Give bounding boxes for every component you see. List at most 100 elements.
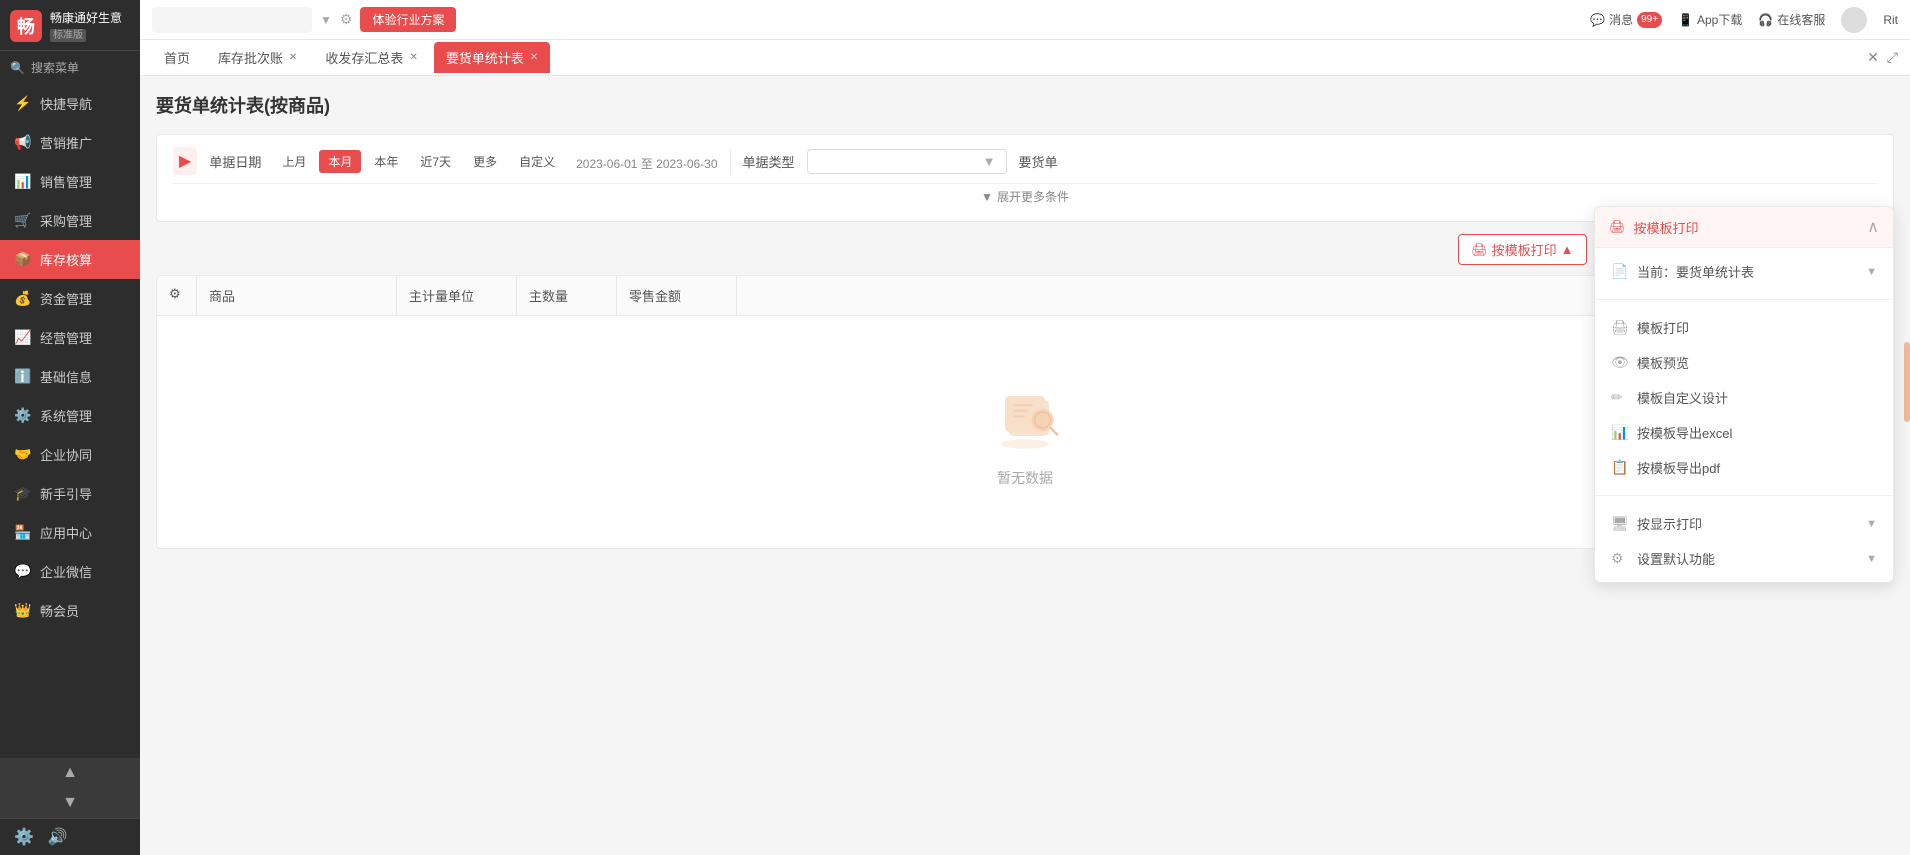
tab-close-order-stats[interactable]: ✕ xyxy=(530,52,538,63)
sidebar-item-quick-nav[interactable]: ⚡ 快捷导航 xyxy=(0,84,140,123)
export-excel-icon: 📊 xyxy=(1611,424,1627,441)
print-arrow-up: ▲ xyxy=(1561,242,1574,257)
dropdown-section-items: 🖨 模板打印 👁 模板预览 ✏ 模板自定义设计 📊 按模板导出excel 📋 xyxy=(1595,304,1893,491)
col-settings[interactable]: ⚙ xyxy=(157,276,197,315)
sidebar-item-finance[interactable]: 💰 资金管理 xyxy=(0,279,140,318)
date-btn-7days[interactable]: 近7天 xyxy=(411,150,460,173)
message-btn[interactable]: 💬 消息 99+ xyxy=(1590,11,1662,28)
sidebar-item-app-center[interactable]: 🏪 应用中心 xyxy=(0,513,140,552)
current-label: 当前：要货单统计表 xyxy=(1637,262,1754,281)
template-preview-icon: 👁 xyxy=(1611,354,1627,371)
app-center-icon: 🏪 xyxy=(14,524,32,542)
sidebar-item-wechat[interactable]: 💬 企业微信 xyxy=(0,552,140,591)
tab-summary[interactable]: 收发存汇总表 ✕ xyxy=(313,42,429,73)
purchase-icon: 🛒 xyxy=(14,212,32,230)
dropdown-item-template-print[interactable]: 🖨 模板打印 xyxy=(1595,310,1893,345)
expand-icon[interactable]: ▶ xyxy=(173,147,197,175)
topbar: ▼ ⚙ 体验行业方案 💬 消息 99+ 📱 App下载 🎧 在线客服 Rit xyxy=(140,0,1910,40)
topbar-dropdown-arrow[interactable]: ▼ xyxy=(320,13,332,27)
sidebar-item-guide[interactable]: 🎓 新手引导 xyxy=(0,474,140,513)
set-default-icon: ⚙ xyxy=(1611,550,1627,567)
sidebar-item-system[interactable]: ⚙️ 系统管理 xyxy=(0,396,140,435)
date-btn-custom[interactable]: 自定义 xyxy=(510,150,564,173)
date-btn-more[interactable]: 更多 xyxy=(464,150,506,173)
main-area: ▼ ⚙ 体验行业方案 💬 消息 99+ 📱 App下载 🎧 在线客服 Rit 首… xyxy=(140,0,1910,855)
sidebar-item-basic-info[interactable]: ℹ️ 基础信息 xyxy=(0,357,140,396)
type-select-arrow: ▼ xyxy=(983,154,996,169)
dropdown-item-template-preview[interactable]: 👁 模板预览 xyxy=(1595,345,1893,380)
type-filter-label: 单据类型 xyxy=(743,152,795,171)
sidebar-footer: ⚙️ 🔊 xyxy=(0,818,140,855)
sidebar-item-marketing[interactable]: 📢 营销推广 xyxy=(0,123,140,162)
dropdown-title-area: 🖨 按模板打印 xyxy=(1609,218,1699,237)
print-header-icon: 🖨 xyxy=(1609,219,1626,235)
date-btn-last-month[interactable]: 上月 xyxy=(273,150,315,173)
sidebar-item-purchase[interactable]: 🛒 采购管理 xyxy=(0,201,140,240)
sidebar-item-inventory[interactable]: 📦 库存核算 xyxy=(0,240,140,279)
page-title: 要货单统计表(按商品) xyxy=(156,92,1894,118)
management-icon: 📈 xyxy=(14,329,32,347)
dropdown-item-export-excel[interactable]: 📊 按模板导出excel xyxy=(1595,415,1893,450)
sidebar-item-sales[interactable]: 📊 销售管理 xyxy=(0,162,140,201)
guide-icon: 🎓 xyxy=(14,485,32,503)
app-download-btn[interactable]: 📱 App下载 xyxy=(1678,11,1742,28)
search-icon: 🔍 xyxy=(10,61,25,75)
date-btn-this-year[interactable]: 本年 xyxy=(365,150,407,173)
basic-info-icon: ℹ️ xyxy=(14,368,32,386)
marketing-icon: 📢 xyxy=(14,134,32,152)
dropdown-item-template-design[interactable]: ✏ 模板自定义设计 xyxy=(1595,380,1893,415)
search-menu-item[interactable]: 🔍 搜索菜单 xyxy=(0,51,140,84)
topbar-gear-icon[interactable]: ⚙ xyxy=(340,11,353,28)
sidebar-item-member[interactable]: 👑 畅会员 xyxy=(0,591,140,630)
system-icon: ⚙️ xyxy=(14,407,32,425)
set-default-arrow: ▼ xyxy=(1866,553,1877,565)
print-btn[interactable]: 🖨 按模板打印 ▲ xyxy=(1458,234,1586,265)
tab-home[interactable]: 首页 xyxy=(152,42,202,73)
divider-1 xyxy=(1595,299,1893,300)
empty-text: 暂无数据 xyxy=(997,468,1053,488)
divider-2 xyxy=(1595,495,1893,496)
speaker-footer-icon[interactable]: 🔊 xyxy=(48,827,68,847)
right-scrollbar[interactable] xyxy=(1904,342,1910,422)
topbar-right: 💬 消息 99+ 📱 App下载 🎧 在线客服 Rit xyxy=(1590,7,1898,33)
window-close-btn[interactable]: ✕ xyxy=(1867,49,1879,66)
sidebar-item-collab[interactable]: 🤝 企业协同 xyxy=(0,435,140,474)
goods-filter-label: 要货单 xyxy=(1019,152,1058,171)
dropdown-current-item[interactable]: 📄 当前：要货单统计表 ▼ xyxy=(1595,254,1893,289)
dropdown-set-default[interactable]: ⚙ 设置默认功能 ▼ xyxy=(1595,541,1893,576)
export-pdf-icon: 📋 xyxy=(1611,459,1627,476)
tab-inventory-batch[interactable]: 库存批次账 ✕ xyxy=(206,42,309,73)
template-design-icon: ✏ xyxy=(1611,389,1627,406)
date-options: 上月 本月 本年 近7天 更多 自定义 xyxy=(273,150,564,173)
online-service-btn[interactable]: 🎧 在线客服 xyxy=(1758,11,1825,28)
tab-order-stats[interactable]: 要货单统计表 ✕ xyxy=(434,42,550,73)
dropdown-section-current: 📄 当前：要货单统计表 ▼ xyxy=(1595,248,1893,295)
col-unit: 主计量单位 xyxy=(397,276,517,315)
dropdown-header: 🖨 按模板打印 ∧ xyxy=(1595,207,1893,248)
dropdown-close-btn[interactable]: ∧ xyxy=(1867,217,1879,237)
settings-footer-icon[interactable]: ⚙️ xyxy=(14,827,34,847)
sidebar-scroll-up[interactable]: ▲ xyxy=(0,758,140,788)
trial-btn[interactable]: 体验行业方案 xyxy=(360,7,456,32)
page-content: 要货单统计表(按商品) ▶ 单据日期 上月 本月 本年 近7天 更多 自定义 2… xyxy=(140,76,1910,855)
dropdown-item-export-pdf[interactable]: 📋 按模板导出pdf xyxy=(1595,450,1893,485)
filter-row: ▶ 单据日期 上月 本月 本年 近7天 更多 自定义 2023-06-01 至 … xyxy=(173,147,1877,175)
window-expand-btn[interactable]: ⤢ xyxy=(1887,49,1898,66)
topbar-search[interactable] xyxy=(152,7,312,33)
current-arrow: ▼ xyxy=(1866,266,1877,278)
sidebar-scroll-down[interactable]: ▼ xyxy=(0,788,140,818)
tab-close-inventory-batch[interactable]: ✕ xyxy=(289,52,297,63)
date-btn-this-month[interactable]: 本月 xyxy=(319,150,361,173)
finance-icon: 💰 xyxy=(14,290,32,308)
member-icon: 👑 xyxy=(14,602,32,620)
dropdown-title: 按模板打印 xyxy=(1634,218,1699,237)
type-select[interactable]: ▼ xyxy=(807,149,1007,174)
dropdown-display-print[interactable]: 🖥 按显示打印 ▼ xyxy=(1595,506,1893,541)
tab-bar: 首页 库存批次账 ✕ 收发存汇总表 ✕ 要货单统计表 ✕ ✕ ⤢ xyxy=(140,40,1910,76)
tab-close-summary[interactable]: ✕ xyxy=(409,52,417,63)
col-retail-amount: 零售金额 xyxy=(617,276,737,315)
collab-icon: 🤝 xyxy=(14,446,32,464)
app-tag: 标准版 xyxy=(50,29,86,42)
user-avatar[interactable] xyxy=(1841,7,1867,33)
sidebar-item-management[interactable]: 📈 经营管理 xyxy=(0,318,140,357)
